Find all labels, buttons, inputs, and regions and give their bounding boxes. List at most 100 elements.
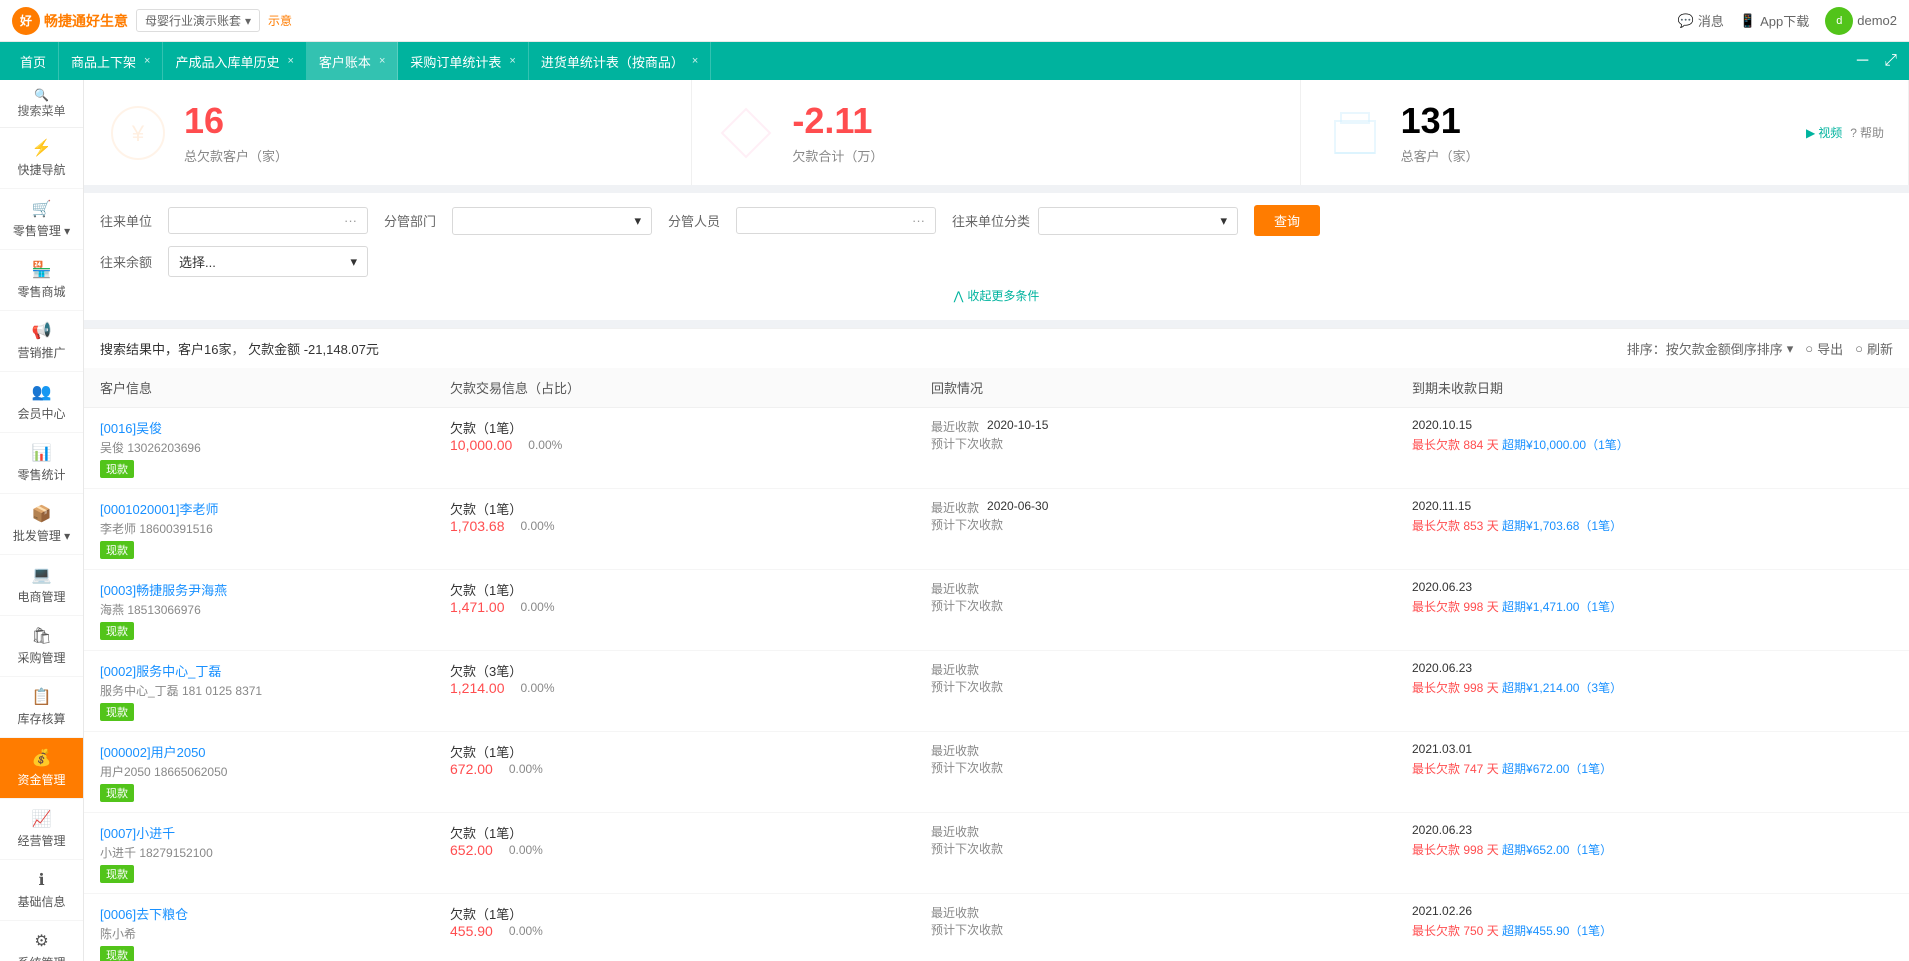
close-icon[interactable]: × [287,55,293,67]
overdue-link[interactable]: 超期¥1,471.00（1笔） [1502,600,1622,614]
top-bar: 好 畅捷通好生意 母婴行业演示账套 ▾ 示意 💬 消息 📱 App下载 d de… [0,0,1909,42]
export-button[interactable]: ○ 导出 [1805,339,1843,358]
chevron-down-icon: ▾ [350,254,357,270]
stat-total-debt-content: -2.11 欠款合计（万） [792,100,883,165]
tab-stock-history[interactable]: 产成品入库单历史 × [163,42,306,80]
overdue-link[interactable]: 超期¥1,703.68（1笔） [1502,519,1622,533]
video-btn[interactable]: ▶ 视频 [1806,124,1842,141]
chevron-down-icon: ▾ [1787,341,1794,357]
help-btn[interactable]: ? 帮助 [1850,124,1884,141]
tip-link[interactable]: 示意 [268,12,292,29]
sidebar-item-purchase[interactable]: 🛍 采购管理 [0,616,83,677]
customer-cell-7: [0006]去下粮仓 陈小希 现款 [100,904,450,961]
sort-label: 排序：按欠款金额倒序排序 [1627,339,1783,358]
payback-cell-4: 最近收款 预计下次收款 [931,661,1412,695]
customer-sub: 用户2050 18665062050 [100,763,450,780]
close-icon[interactable]: × [509,55,515,67]
wholesale-icon: 📦 [32,504,52,524]
table-row: [0016]吴俊 吴俊 13026203696 现款 欠款（1笔） 10,000… [84,408,1909,489]
filter-category-select[interactable]: ▾ [1038,207,1238,235]
debt-cell-7: 欠款（1笔） 455.90 0.00% [450,904,931,939]
close-icon[interactable]: × [692,55,698,67]
payback-date: 2020-10-15 [987,418,1048,435]
customer-name-link[interactable]: [0007]小进千 [100,823,450,842]
sidebar-item-finance[interactable]: 💰 资金管理 [0,738,83,799]
payback-label: 最近收款 [931,823,979,840]
quick-nav-icon: ⚡ [32,138,52,158]
customer-name-link[interactable]: [0016]吴俊 [100,418,450,437]
filter-dept-select[interactable]: ▾ [452,207,652,235]
tab-product-listing[interactable]: 商品上下架 × [59,42,163,80]
results-bar: 搜索结果中，客户16家， 欠款金额 -21,148.07元 排序：按欠款金额倒序… [84,328,1909,368]
logo-icon: 好 [12,7,40,35]
customer-cell-6: [0007]小进千 小进千 18279152100 现款 [100,823,450,883]
stat-total-customers-content: 131 总客户（家） [1401,100,1479,165]
customer-name-link[interactable]: [000002]用户2050 [100,742,450,761]
stat-debt-customers: ¥ 16 总欠款客户（家） [84,80,692,185]
collapse-filters-btn[interactable]: ⋀ 收起更多条件 [954,287,1040,304]
sidebar-item-marketing[interactable]: 📢 营销推广 [0,311,83,372]
due-date: 2020.06.23 [1412,580,1893,594]
filter-balance-placeholder: 选择... [179,252,216,271]
payback-next: 预计下次收款 [931,921,1412,938]
sidebar-item-basics[interactable]: ℹ 基础信息 [0,860,83,921]
maximize-icon[interactable]: ⤢ [1880,52,1901,70]
tab-purchase-stats[interactable]: 采购订单统计表 × [398,42,528,80]
overdue-link[interactable]: 超期¥455.90（1笔） [1502,924,1612,938]
sort-button[interactable]: 排序：按欠款金额倒序排序 ▾ [1627,339,1794,358]
payback-next: 预计下次收款 [931,516,1412,533]
sidebar-item-quick-nav[interactable]: ⚡ 快捷导航 [0,128,83,189]
payback-label: 最近收款 [931,580,979,597]
dots-icon: ··· [912,213,925,228]
tab-home[interactable]: 首页 [8,42,59,80]
sidebar-item-inventory[interactable]: 📋 库存核算 [0,677,83,738]
tab-purchase-by-product[interactable]: 进货单统计表（按商品） × [529,42,711,80]
sidebar-item-operations[interactable]: 📈 经营管理 [0,799,83,860]
close-icon[interactable]: × [144,55,150,67]
sidebar-item-member[interactable]: 👥 会员中心 [0,372,83,433]
sidebar-search[interactable]: 🔍 搜索菜单 [0,80,83,128]
payback-next: 预计下次收款 [931,597,1412,614]
filter-unit-input[interactable]: ··· [168,207,368,234]
overdue-link[interactable]: 超期¥652.00（1笔） [1502,843,1612,857]
tab-customer-account[interactable]: 客户账本 × [307,42,398,80]
svg-text:¥: ¥ [131,121,145,146]
query-button[interactable]: 查询 [1254,205,1320,236]
sidebar-item-ecommerce[interactable]: 💻 电商管理 [0,555,83,616]
filter-balance-select[interactable]: 选择... ▾ [168,246,368,277]
retail-stats-icon: 📊 [32,443,52,463]
filter-person-input[interactable]: ··· [736,207,936,234]
stat-debt-customers-label: 总欠款客户（家） [184,146,288,165]
overdue-link[interactable]: 超期¥1,214.00（3笔） [1502,681,1622,695]
sidebar-item-retail-mall[interactable]: 🏪 零售商城 [0,250,83,311]
overdue-link[interactable]: 超期¥672.00（1笔） [1502,762,1612,776]
customer-name-link[interactable]: [0002]服务中心_丁磊 [100,661,450,680]
close-icon[interactable]: × [379,55,385,67]
customer-name-link[interactable]: [0003]畅捷服务尹海燕 [100,580,450,599]
overdue-days: 最长欠款 750 天 [1412,924,1499,938]
message-btn[interactable]: 💬 消息 [1678,11,1724,30]
sidebar-item-wholesale[interactable]: 📦 批发管理 ▾ [0,494,83,555]
operations-icon: 📈 [32,809,52,829]
overdue-info: 最长欠款 853 天 超期¥1,703.68（1笔） [1412,517,1893,534]
due-cell-3: 2020.06.23 最长欠款 998 天 超期¥1,471.00（1笔） [1412,580,1893,615]
customer-name-link[interactable]: [0006]去下粮仓 [100,904,450,923]
company-select[interactable]: 母婴行业演示账套 ▾ [136,9,260,32]
refresh-button[interactable]: ○ 刷新 [1855,339,1893,358]
app-download-btn[interactable]: 📱 App下载 [1740,11,1809,30]
sidebar-item-system[interactable]: ⚙ 系统管理 [0,921,83,961]
sidebar-item-label: 资金管理 [17,771,65,788]
customer-name-link[interactable]: [0001020001]李老师 [100,499,450,518]
user-area[interactable]: d demo2 [1825,7,1897,35]
customer-cell-5: [000002]用户2050 用户2050 18665062050 现款 [100,742,450,802]
main-content: ¥ 16 总欠款客户（家） -2.11 欠款合计（万） [84,80,1909,961]
sidebar-item-retail-stats[interactable]: 📊 零售统计 [0,433,83,494]
overdue-link[interactable]: 超期¥10,000.00（1笔） [1502,438,1629,452]
overdue-days: 最长欠款 998 天 [1412,681,1499,695]
sidebar-item-retail-mgmt[interactable]: 🛒 零售管理 ▾ [0,189,83,250]
debt-amount-text: 欠款金额 -21,148.07元 [248,342,379,357]
minimize-icon[interactable]: ─ [1853,52,1872,70]
due-cell-6: 2020.06.23 最长欠款 998 天 超期¥652.00（1笔） [1412,823,1893,858]
debt-cell-5: 欠款（1笔） 672.00 0.00% [450,742,931,777]
debt-pct: 0.00% [509,924,543,938]
